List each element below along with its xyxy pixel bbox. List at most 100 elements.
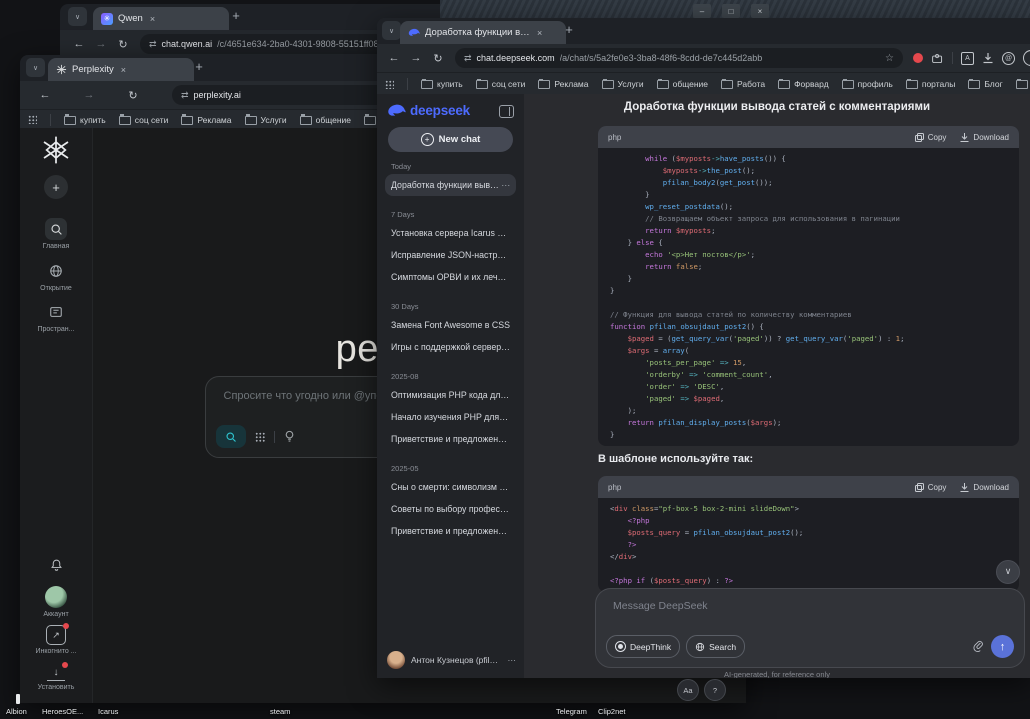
bookmark-item[interactable]: профиль — [841, 78, 893, 89]
collapse-sidebar-button[interactable] — [499, 105, 514, 118]
chat-history-item[interactable]: Исправление JSON-настроек VS... — [385, 244, 516, 266]
deepseek-tab[interactable]: Доработка функции вывода с × — [400, 21, 566, 44]
bookmark-item[interactable]: Реклама — [538, 78, 589, 89]
translate-icon[interactable]: A — [961, 51, 974, 65]
paperclip-icon[interactable] — [973, 640, 985, 653]
tab-search-button[interactable]: ∨ — [382, 21, 401, 40]
translate-float-button[interactable]: Aa — [677, 679, 699, 701]
close-tab-icon[interactable]: × — [537, 28, 542, 38]
desktop-shortcut-telegram[interactable]: Telegram — [556, 707, 587, 716]
forward-icon[interactable]: → — [405, 52, 427, 64]
lightbulb-icon[interactable] — [284, 430, 295, 443]
bookmark-item[interactable]: соц сети — [475, 78, 525, 89]
forward-icon[interactable]: → — [78, 89, 100, 101]
extensions-puzzle-icon[interactable] — [931, 52, 944, 65]
bookmark-item[interactable]: проекты — [1015, 78, 1030, 89]
close-window-button[interactable]: × — [751, 4, 769, 18]
reload-icon[interactable]: ↻ — [112, 38, 134, 51]
chat-history-item[interactable]: Советы по выбору профессии и... — [385, 498, 516, 520]
chat-history-item-selected[interactable]: Доработка функции вывода с ⋯ — [385, 174, 516, 196]
deepseek-address-bar[interactable]: ⇄ chat.deepseek.com /a/chat/s/5a2fe0e3-3… — [455, 48, 903, 68]
incognito-button[interactable]: ↗ Инкогнито ... — [20, 623, 92, 655]
reload-icon[interactable]: ↻ — [427, 52, 449, 65]
profile-avatar[interactable] — [1023, 50, 1030, 66]
adblock-extension-icon[interactable] — [913, 53, 923, 63]
minimize-button[interactable]: – — [693, 4, 711, 18]
desktop-shortcut-albion[interactable]: Albion — [6, 707, 27, 716]
site-settings-icon[interactable]: ⇄ — [181, 90, 189, 101]
bookmark-item[interactable]: общение — [299, 114, 351, 125]
apps-grid-icon[interactable] — [28, 115, 37, 124]
web-search-button[interactable]: Search — [686, 635, 746, 658]
bookmark-item[interactable]: порталы — [905, 78, 955, 89]
message-input-box[interactable]: DeepThink Search ↑ — [595, 588, 1025, 668]
sidebar-item-spaces[interactable]: Простран... — [20, 301, 92, 333]
maximize-button[interactable]: □ — [722, 4, 740, 18]
tab-search-button[interactable]: ∨ — [68, 7, 87, 26]
bookmark-item[interactable]: общение — [656, 78, 708, 89]
new-tab-button[interactable]: + — [190, 57, 208, 75]
chat-history-item[interactable]: Оптимизация PHP кода для про... — [385, 384, 516, 406]
download-button[interactable]: Download — [960, 482, 1009, 492]
chat-history-item[interactable]: Приветствие и предложение по... — [385, 428, 516, 450]
bookmark-item[interactable]: соц сети — [118, 114, 168, 125]
apps-grid-icon[interactable] — [385, 79, 394, 89]
chat-history-item[interactable]: Начало изучения PHP для веб-р... — [385, 406, 516, 428]
desktop-shortcut-steam[interactable]: steam — [270, 707, 290, 716]
chat-history-item[interactable]: Приветствие и предложение по... — [385, 520, 516, 542]
bookmark-item[interactable]: Форвард — [778, 78, 829, 89]
bookmark-star-icon[interactable]: ☆ — [885, 53, 894, 64]
message-input[interactable] — [611, 599, 1009, 613]
copy-button[interactable]: Copy — [914, 132, 946, 142]
sidebar-item-home[interactable]: Главная — [20, 218, 92, 250]
new-chat-button[interactable]: + New chat — [388, 127, 513, 152]
perplexity-tab[interactable]: Perplexity × — [48, 58, 194, 81]
user-profile-row[interactable]: Антон Кузнецов (pfilan) ⋯ — [387, 650, 516, 670]
tab-search-button[interactable]: ∨ — [26, 58, 45, 77]
send-button[interactable]: ↑ — [991, 635, 1014, 658]
close-tab-icon[interactable]: × — [121, 65, 126, 75]
chat-history-item[interactable]: Установка сервера Icarus на Ubu... — [385, 222, 516, 244]
bookmark-item[interactable]: Работа — [721, 78, 765, 89]
bookmark-item[interactable]: Услуги — [601, 78, 644, 89]
scroll-to-bottom-button[interactable]: ∨ — [996, 560, 1020, 584]
forward-icon[interactable]: → — [90, 38, 112, 50]
perplexity-logo-button[interactable] — [20, 134, 92, 166]
desktop-shortcut-heroes[interactable]: HeroesOE... — [42, 707, 83, 716]
desktop-shortcut-icarus[interactable]: Icarus — [98, 707, 118, 716]
bookmark-item[interactable]: купить — [421, 78, 463, 89]
model-grid-icon[interactable] — [254, 431, 265, 442]
site-settings-icon[interactable]: ⇄ — [464, 53, 472, 64]
qwen-tab[interactable]: ✳ Qwen × — [93, 7, 229, 30]
back-icon[interactable]: ← — [68, 38, 90, 50]
bookmark-item[interactable]: Услуги — [244, 114, 287, 125]
chat-history-item[interactable]: Игры с поддержкой серверов — [385, 336, 516, 358]
reload-icon[interactable]: ↻ — [122, 89, 144, 102]
install-button[interactable]: ↓ Установить — [20, 662, 92, 691]
download-button[interactable]: Download — [960, 132, 1009, 142]
desktop-icon[interactable] — [16, 694, 20, 704]
search-mode-button[interactable] — [215, 425, 246, 448]
back-icon[interactable]: ← — [34, 89, 56, 101]
close-tab-icon[interactable]: × — [150, 14, 155, 24]
copy-button[interactable]: Copy — [914, 482, 946, 492]
account-button[interactable]: Аккаунт — [20, 586, 92, 618]
help-float-button[interactable]: ? — [704, 679, 726, 701]
bookmark-item[interactable]: купить — [64, 114, 106, 125]
bookmark-item[interactable]: Реклама — [181, 114, 232, 125]
site-settings-icon[interactable]: ⇄ — [149, 39, 157, 50]
download-icon[interactable] — [982, 52, 994, 64]
more-icon[interactable]: ⋯ — [501, 174, 510, 196]
more-icon[interactable]: ⋯ — [508, 655, 517, 666]
back-icon[interactable]: ← — [383, 52, 405, 64]
notifications-button[interactable] — [20, 558, 92, 572]
chat-history-item[interactable]: Сны о смерти: символизм и глу... — [385, 476, 516, 498]
privacy-extension-icon[interactable]: @ — [1002, 51, 1015, 65]
chat-history-item[interactable]: Симптомы ОРВИ и их лечение — [385, 266, 516, 288]
desktop-shortcut-clip2net[interactable]: Clip2net — [598, 707, 626, 716]
new-tab-button[interactable]: + — [560, 20, 578, 38]
new-thread-button[interactable]: + — [20, 175, 92, 199]
sidebar-item-discover[interactable]: Открытие — [20, 260, 92, 292]
new-tab-button[interactable]: + — [227, 6, 245, 24]
deepthink-button[interactable]: DeepThink — [606, 635, 681, 658]
